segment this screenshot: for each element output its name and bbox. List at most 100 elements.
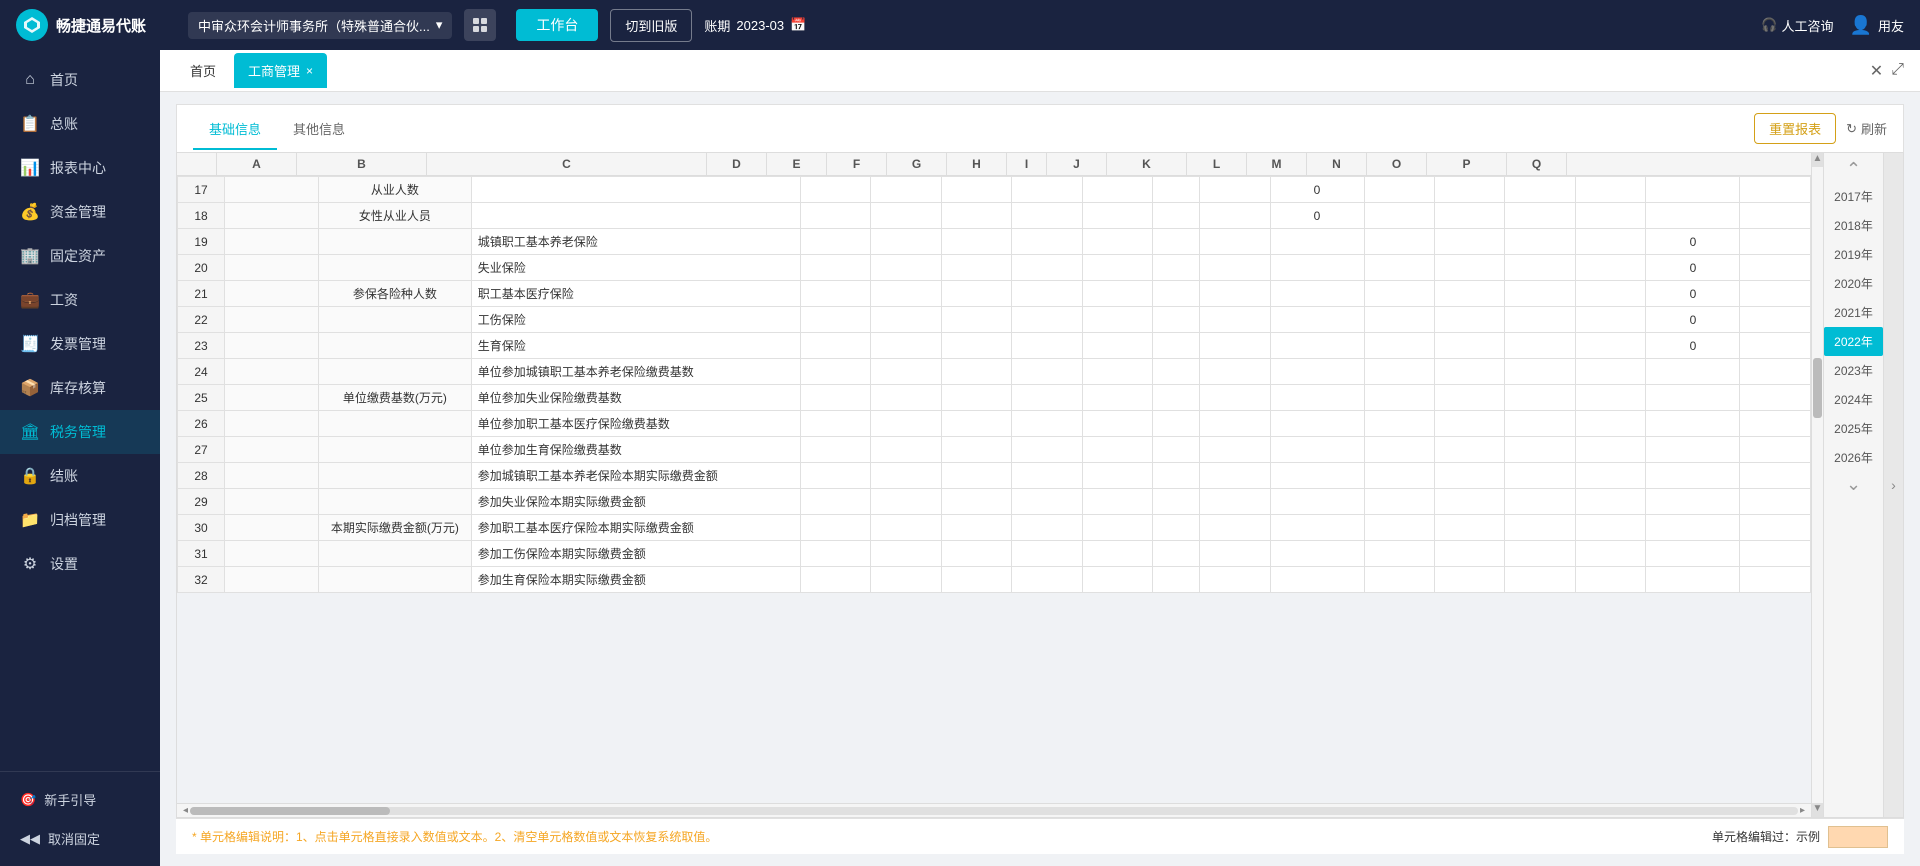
- cell-32-E[interactable]: [871, 567, 941, 593]
- cell-20-H[interactable]: [1082, 255, 1152, 281]
- cell-28-O[interactable]: [1575, 463, 1645, 489]
- cell-17-D[interactable]: [800, 177, 870, 203]
- cell-29-O[interactable]: [1575, 489, 1645, 515]
- cell-32-D[interactable]: [800, 567, 870, 593]
- cell-20-O[interactable]: [1575, 255, 1645, 281]
- cell-29-N[interactable]: [1505, 489, 1575, 515]
- cell-28-P[interactable]: [1646, 463, 1740, 489]
- cell-24-O[interactable]: [1575, 359, 1645, 385]
- cell-28-D[interactable]: [800, 463, 870, 489]
- cell-27-I[interactable]: [1153, 437, 1200, 463]
- cell-31-L[interactable]: [1364, 541, 1434, 567]
- cell-27-O[interactable]: [1575, 437, 1645, 463]
- scroll-left-btn[interactable]: ◂: [181, 805, 190, 816]
- tab-close-icon[interactable]: ×: [306, 64, 313, 78]
- cell-21-E[interactable]: [871, 281, 941, 307]
- cell-18-P[interactable]: [1646, 203, 1740, 229]
- cell-29-G[interactable]: [1012, 489, 1082, 515]
- cell-19-O[interactable]: [1575, 229, 1645, 255]
- cell-22-E[interactable]: [871, 307, 941, 333]
- sidebar-item-guide[interactable]: 🎯 新手引导: [0, 780, 160, 819]
- cell-27-D[interactable]: [800, 437, 870, 463]
- cell-26-E[interactable]: [871, 411, 941, 437]
- year-2018[interactable]: 2018年: [1824, 211, 1883, 240]
- scroll-right-btn[interactable]: ▸: [1798, 805, 1807, 816]
- cell-18-I[interactable]: [1153, 203, 1200, 229]
- cell-25-C[interactable]: 单位参加失业保险缴费基数: [471, 385, 800, 411]
- sidebar-item-unpin[interactable]: ◀◀ 取消固定: [0, 819, 160, 858]
- cell-26-G[interactable]: [1012, 411, 1082, 437]
- refresh-button[interactable]: ↻ 刷新: [1846, 113, 1887, 144]
- cell-31-G[interactable]: [1012, 541, 1082, 567]
- cell-21-O[interactable]: [1575, 281, 1645, 307]
- cell-32-Q[interactable]: [1740, 567, 1811, 593]
- cell-23-D[interactable]: [800, 333, 870, 359]
- cell-21-C[interactable]: 职工基本医疗保险: [471, 281, 800, 307]
- cell-21-M[interactable]: [1434, 281, 1504, 307]
- cell-27-P[interactable]: [1646, 437, 1740, 463]
- cell-32-N[interactable]: [1505, 567, 1575, 593]
- user-area[interactable]: 👤 用友: [1850, 15, 1904, 36]
- cell-28-C[interactable]: 参加城镇职工基本养老保险本期实际缴费金额: [471, 463, 800, 489]
- sidebar-item-inventory[interactable]: 📦 库存核算: [0, 366, 160, 410]
- cell-23-C[interactable]: 生育保险: [471, 333, 800, 359]
- cell-26-P[interactable]: [1646, 411, 1740, 437]
- company-selector[interactable]: 中审众环会计师事务所（特殊普通合伙... ▾: [188, 12, 452, 39]
- cell-31-F[interactable]: [941, 541, 1011, 567]
- cell-21-D[interactable]: [800, 281, 870, 307]
- cell-31-D[interactable]: [800, 541, 870, 567]
- cell-30-F[interactable]: [941, 515, 1011, 541]
- cell-23-J[interactable]: [1200, 333, 1270, 359]
- cell-20-D[interactable]: [800, 255, 870, 281]
- cell-31-P[interactable]: [1646, 541, 1740, 567]
- cell-17-F[interactable]: [941, 177, 1011, 203]
- cell-31-M[interactable]: [1434, 541, 1504, 567]
- year-2019[interactable]: 2019年: [1824, 240, 1883, 269]
- cell-17-M[interactable]: [1434, 177, 1504, 203]
- cell-25-P[interactable]: [1646, 385, 1740, 411]
- cell-29-D[interactable]: [800, 489, 870, 515]
- sub-tab-other[interactable]: 其他信息: [277, 109, 361, 150]
- cell-22-H[interactable]: [1082, 307, 1152, 333]
- cell-24-N[interactable]: [1505, 359, 1575, 385]
- cell-29-P[interactable]: [1646, 489, 1740, 515]
- year-2025[interactable]: 2025年: [1824, 414, 1883, 443]
- cell-17-G[interactable]: [1012, 177, 1082, 203]
- cell-32-H[interactable]: [1082, 567, 1152, 593]
- year-2021[interactable]: 2021年: [1824, 298, 1883, 327]
- year-nav-down[interactable]: ⌄: [1844, 472, 1863, 497]
- cell-27-J[interactable]: [1200, 437, 1270, 463]
- sidebar-item-salary[interactable]: 💼 工资: [0, 278, 160, 322]
- cell-28-I[interactable]: [1153, 463, 1200, 489]
- cell-26-Q[interactable]: [1740, 411, 1811, 437]
- cell-28-E[interactable]: [871, 463, 941, 489]
- cell-21-J[interactable]: [1200, 281, 1270, 307]
- cell-18-L[interactable]: [1364, 203, 1434, 229]
- tab-close-btn[interactable]: ✕: [1870, 61, 1883, 81]
- cell-29-H[interactable]: [1082, 489, 1152, 515]
- cell-23-Q[interactable]: [1740, 333, 1811, 359]
- cell-19-L[interactable]: [1364, 229, 1434, 255]
- cell-22-N[interactable]: [1505, 307, 1575, 333]
- cell-23-E[interactable]: [871, 333, 941, 359]
- cell-28-K[interactable]: [1270, 463, 1364, 489]
- cell-23-L[interactable]: [1364, 333, 1434, 359]
- cell-26-F[interactable]: [941, 411, 1011, 437]
- cell-25-K[interactable]: [1270, 385, 1364, 411]
- cell-23-M[interactable]: [1434, 333, 1504, 359]
- cell-24-D[interactable]: [800, 359, 870, 385]
- sidebar-item-tax[interactable]: 🏛 税务管理: [0, 410, 160, 454]
- sidebar-item-report[interactable]: 📊 报表中心: [0, 146, 160, 190]
- cell-29-E[interactable]: [871, 489, 941, 515]
- cell-18-O[interactable]: [1575, 203, 1645, 229]
- cell-24-K[interactable]: [1270, 359, 1364, 385]
- vertical-scrollbar[interactable]: ▲ ▼: [1811, 153, 1823, 817]
- cell-28-J[interactable]: [1200, 463, 1270, 489]
- cell-26-C[interactable]: 单位参加职工基本医疗保险缴费基数: [471, 411, 800, 437]
- cell-30-H[interactable]: [1082, 515, 1152, 541]
- cell-22-G[interactable]: [1012, 307, 1082, 333]
- cell-27-F[interactable]: [941, 437, 1011, 463]
- cell-22-C[interactable]: 工伤保险: [471, 307, 800, 333]
- sidebar-item-ledger[interactable]: 📋 总账: [0, 102, 160, 146]
- cell-17-P[interactable]: [1646, 177, 1740, 203]
